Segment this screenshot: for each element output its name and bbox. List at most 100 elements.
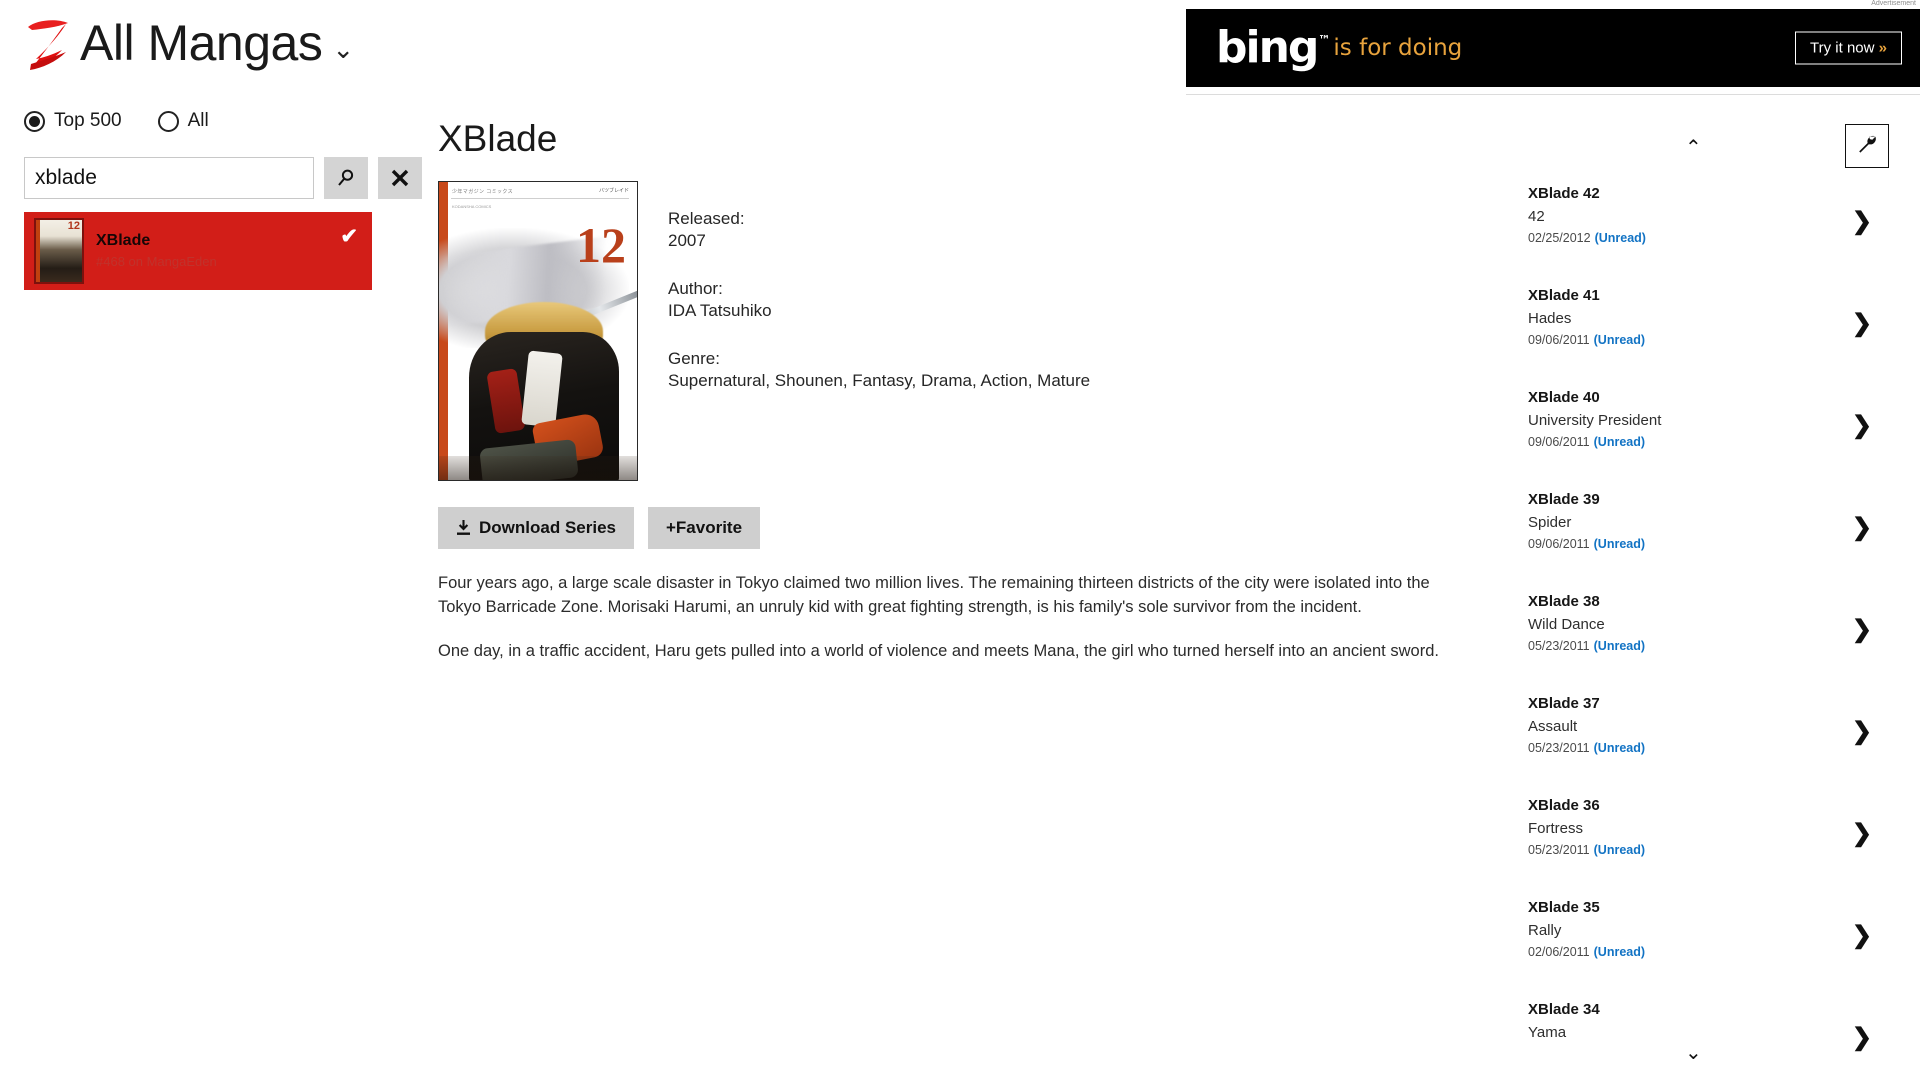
- manga-detail-pane: XBlade 少年マガジン コミックス KODANSHA COMICS バツブレ…: [438, 118, 1468, 663]
- chapter-subtitle: University President: [1528, 412, 1662, 430]
- chapter-list: XBlade 42 42 02/25/2012 (Unread) ❯ XBlade…: [1528, 178, 1900, 1080]
- list-item[interactable]: 12 XBlade #468 on MangaEden ✔: [24, 212, 372, 290]
- search-input[interactable]: [24, 157, 314, 199]
- chevron-right-icon[interactable]: ❯: [1852, 516, 1872, 540]
- search-bar: [24, 157, 422, 199]
- search-results-list: 12 XBlade #468 on MangaEden ✔: [24, 212, 372, 290]
- chapter-title: XBlade 34: [1528, 1001, 1600, 1018]
- radio-icon-top500[interactable]: [24, 110, 45, 132]
- detail-actions: Download Series +Favorite: [438, 506, 1468, 549]
- chapter-subtitle: 42: [1528, 208, 1545, 226]
- chapter-subtitle: Assault: [1528, 718, 1578, 736]
- table-row[interactable]: XBlade 41 Hades 09/06/2011 (Unread) ❯: [1528, 280, 1900, 382]
- radio-icon-all[interactable]: [157, 110, 179, 132]
- chapter-meta: [1528, 1047, 1900, 1061]
- favorite-button[interactable]: +Favorite: [647, 506, 761, 549]
- result-title: XBlade: [96, 232, 151, 250]
- ad-label-advertisement: Advertisement: [1871, 0, 1916, 7]
- filter-option-all[interactable]: All: [157, 110, 209, 132]
- table-row[interactable]: XBlade 37 Assault 05/23/2011 (Unread) ❯: [1528, 688, 1900, 790]
- search-icon: [336, 168, 356, 188]
- table-row[interactable]: XBlade 40 University President 09/06/201…: [1528, 382, 1900, 484]
- status-badge: (Unread): [1593, 333, 1646, 348]
- chapter-subtitle: Spider: [1528, 514, 1572, 532]
- table-row[interactable]: XBlade 35 Rally 02/06/2011 (Unread) ❯: [1528, 892, 1900, 994]
- chevron-right-icon[interactable]: ❯: [1852, 312, 1872, 336]
- thumb-spine: [36, 220, 40, 282]
- chevron-right-icon[interactable]: ❯: [1852, 210, 1872, 234]
- cover-art-floor: [439, 455, 637, 480]
- download-series-label: Download Series: [479, 517, 616, 537]
- settings-button[interactable]: [1845, 124, 1889, 168]
- meta-value-released: 2007: [668, 230, 706, 250]
- bing-logo-tm: ™: [1318, 33, 1331, 47]
- chapter-meta: 05/23/2011 (Unread): [1528, 741, 1900, 755]
- ad-tagline: is for doing: [1333, 35, 1463, 61]
- chapter-title: XBlade 40: [1528, 389, 1600, 406]
- chapter-meta: 02/06/2011 (Unread): [1528, 945, 1900, 959]
- meta-genre: Genre: Supernatural, Shounen, Fantasy, D…: [668, 349, 1090, 391]
- filter-label-top500: Top 500: [54, 110, 122, 131]
- chapter-subtitle: Fortress: [1528, 820, 1584, 838]
- chevron-right-icon[interactable]: ❯: [1852, 720, 1872, 744]
- chapter-subtitle: Rally: [1528, 922, 1562, 940]
- chapter-title: XBlade 37: [1528, 695, 1600, 712]
- scroll-down-chevron-icon[interactable]: ⌄: [1685, 1043, 1702, 1063]
- search-button[interactable]: [324, 157, 368, 199]
- chevron-right-icon[interactable]: ❯: [1852, 414, 1872, 438]
- table-row[interactable]: XBlade 38 Wild Dance 05/23/2011 (Unread) …: [1528, 586, 1900, 688]
- filter-radio-group: Top 500 All: [24, 110, 209, 132]
- chevron-right-icon[interactable]: ❯: [1852, 822, 1872, 846]
- app-brand[interactable]: All Mangas ⌄: [22, 14, 354, 72]
- close-icon: [390, 168, 410, 188]
- chevron-right-icon[interactable]: ❯: [1852, 1026, 1872, 1050]
- cover-header-subtext: KODANSHA COMICS: [452, 203, 492, 209]
- advertisement-zone: Advertisement Microsoft bing™ is for doi…: [1186, 0, 1920, 96]
- table-row[interactable]: XBlade 36 Fortress 05/23/2011 (Unread) ❯: [1528, 790, 1900, 892]
- meta-label-genre: Genre:: [668, 348, 720, 368]
- double-chevron-icon: »: [1878, 39, 1887, 57]
- status-badge: (Unread): [1593, 537, 1646, 552]
- scroll-up-chevron-icon[interactable]: ⌃: [1685, 138, 1702, 158]
- status-badge: (Unread): [1593, 843, 1646, 858]
- table-row[interactable]: XBlade 39 Spider 09/06/2011 (Unread) ❯: [1528, 484, 1900, 586]
- clear-search-button[interactable]: [378, 157, 422, 199]
- bing-ad-banner[interactable]: bing™ is for doing Try it now »: [1186, 9, 1920, 87]
- chapter-title: XBlade 36: [1528, 797, 1600, 814]
- detail-description: Four years ago, a large scale disaster i…: [438, 571, 1443, 663]
- chapter-date: 05/23/2011: [1528, 639, 1590, 654]
- detail-body: 少年マガジン コミックス KODANSHA COMICS バツブレイド 12 R…: [438, 180, 1468, 481]
- meta-value-genre: Supernatural, Shounen, Fantasy, Drama, A…: [668, 370, 1091, 390]
- chapter-title: XBlade 38: [1528, 593, 1600, 610]
- chapter-meta: 09/06/2011 (Unread): [1528, 333, 1900, 347]
- meta-value-author: IDA Tatsuhiko: [668, 300, 772, 320]
- detail-title: XBlade: [438, 118, 558, 159]
- cover-rule: [451, 197, 629, 199]
- check-icon: ✔: [340, 225, 358, 248]
- chapter-date: 09/06/2011: [1528, 435, 1590, 450]
- meta-released: Released: 2007: [668, 209, 1090, 251]
- meta-label-released: Released:: [668, 208, 745, 228]
- filter-option-top500[interactable]: Top 500: [24, 110, 122, 132]
- chapter-date: 09/06/2011: [1528, 333, 1590, 348]
- page-title: All Mangas: [80, 15, 323, 71]
- chevron-down-icon[interactable]: ⌄: [332, 36, 354, 62]
- favorite-label: +Favorite: [665, 517, 743, 537]
- result-text: XBlade #468 on MangaEden: [96, 231, 217, 270]
- detail-metadata: Released: 2007 Author: IDA Tatsuhiko Gen…: [668, 181, 1090, 481]
- table-row[interactable]: XBlade 34 Yama ❯: [1528, 994, 1900, 1080]
- chapter-date: 09/06/2011: [1528, 537, 1590, 552]
- table-row[interactable]: XBlade 42 42 02/25/2012 (Unread) ❯: [1528, 178, 1900, 280]
- thumb-volume-badge: 12: [67, 220, 80, 232]
- chapter-title: XBlade 39: [1528, 491, 1600, 508]
- chevron-right-icon[interactable]: ❯: [1852, 618, 1872, 642]
- download-series-button[interactable]: Download Series: [438, 506, 634, 549]
- chapter-date: 02/25/2012: [1528, 231, 1591, 246]
- status-badge: (Unread): [1593, 639, 1646, 654]
- filter-label-all: All: [187, 110, 209, 131]
- description-paragraph-1: Four years ago, a large scale disaster i…: [438, 573, 1430, 617]
- status-badge: (Unread): [1593, 435, 1646, 450]
- chapter-date: 02/06/2011: [1528, 945, 1590, 960]
- chevron-right-icon[interactable]: ❯: [1852, 924, 1872, 948]
- try-it-now-button[interactable]: Try it now »: [1795, 31, 1902, 65]
